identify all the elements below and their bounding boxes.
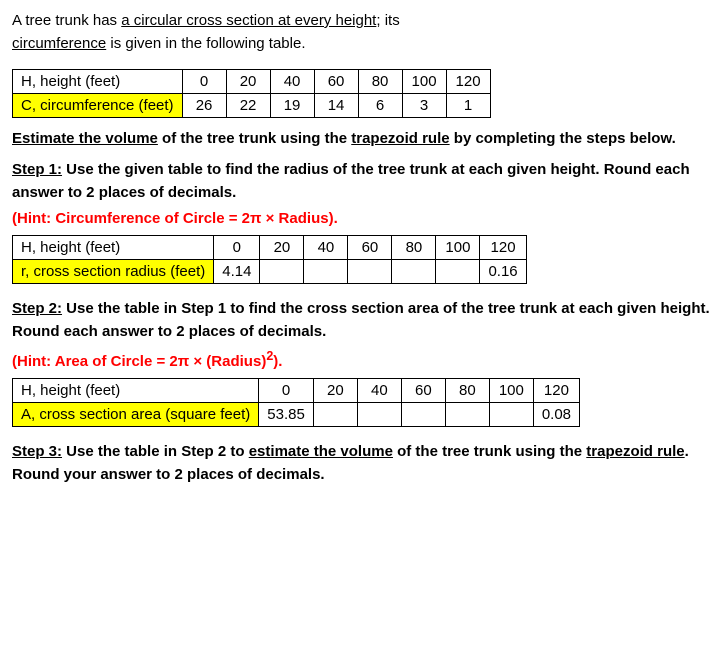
step2-row1-val4 — [445, 403, 489, 427]
step1-row1-val3 — [348, 260, 392, 284]
step2-header-h: H, height (feet) — [13, 379, 259, 403]
intro-link1: a circular cross section at every height — [121, 12, 376, 29]
step3-text-part2: of the tree trunk using the — [393, 443, 586, 460]
intro-text-before-link: A tree trunk has — [12, 12, 121, 29]
table1-header-60: 60 — [314, 70, 358, 94]
step2-row1-val0: 53.85 — [259, 403, 314, 427]
step1-header-80: 80 — [392, 236, 436, 260]
table1-row1-val3: 14 — [314, 94, 358, 118]
intro-text-after-link1: ; its — [376, 12, 399, 29]
step3-label: Step 3: — [12, 443, 62, 460]
step2-heading: Step 2: Use the table in Step 1 to find … — [12, 298, 712, 343]
step1-table: H, height (feet) 0 20 40 60 80 100 120 r… — [12, 235, 527, 284]
table1-row1-val2: 19 — [270, 94, 314, 118]
intro-text-after-link2: is given in the following table. — [106, 35, 305, 52]
step2-row1-val2 — [357, 403, 401, 427]
step2-row1-label: A, cross section area (square feet) — [13, 403, 259, 427]
step1-header-120: 120 — [480, 236, 526, 260]
step2-header-120: 120 — [533, 379, 579, 403]
step1-row1-val0: 4.14 — [214, 260, 260, 284]
step2-header-20: 20 — [313, 379, 357, 403]
table1-row1-val4: 6 — [358, 94, 402, 118]
step2-hint-text: (Hint: Area of Circle = 2π × (Radius)2). — [12, 353, 282, 370]
step3-heading: Step 3: Use the table in Step 2 to estim… — [12, 441, 712, 486]
step3-link2: trapezoid rule — [586, 443, 684, 460]
step1-text: Use the given table to find the radius o… — [12, 161, 690, 201]
intro-paragraph: A tree trunk has a circular cross sectio… — [12, 10, 712, 55]
step3-link1: estimate the volume — [249, 443, 393, 460]
table1-row1-val0: 26 — [182, 94, 226, 118]
step2-label: Step 2: — [12, 300, 62, 317]
step1-header-h: H, height (feet) — [13, 236, 214, 260]
table1-header-0: 0 — [182, 70, 226, 94]
table1-row1-label: C, circumference (feet) — [13, 94, 183, 118]
step2-row1-val3 — [401, 403, 445, 427]
estimate-paragraph: Estimate the volume of the tree trunk us… — [12, 130, 712, 147]
step1-header-60: 60 — [348, 236, 392, 260]
step1-heading: Step 1: Use the given table to find the … — [12, 159, 712, 204]
step2-row1-val6: 0.08 — [533, 403, 579, 427]
step1-header-100: 100 — [436, 236, 480, 260]
step2-header-40: 40 — [357, 379, 401, 403]
table1-row1-val1: 22 — [226, 94, 270, 118]
step1-row1-val4 — [392, 260, 436, 284]
estimate-text-mid: of the tree trunk using the — [158, 130, 351, 147]
step2-table: H, height (feet) 0 20 40 60 80 100 120 A… — [12, 378, 580, 427]
step2-header-0: 0 — [259, 379, 314, 403]
table1-header-120: 120 — [446, 70, 490, 94]
estimate-link2: trapezoid rule — [351, 130, 449, 147]
step1-header-40: 40 — [304, 236, 348, 260]
step1-section: Step 1: Use the given table to find the … — [12, 159, 712, 284]
step1-row1-val1 — [260, 260, 304, 284]
table1-header-80: 80 — [358, 70, 402, 94]
table1-header-20: 20 — [226, 70, 270, 94]
table1-header-h: H, height (feet) — [13, 70, 183, 94]
step1-row1-val6: 0.16 — [480, 260, 526, 284]
step1-header-20: 20 — [260, 236, 304, 260]
table1-header-100: 100 — [402, 70, 446, 94]
step2-text: Use the table in Step 1 to find the cros… — [12, 300, 710, 340]
step2-row1-val5 — [489, 403, 533, 427]
step2-header-60: 60 — [401, 379, 445, 403]
table1-row1-val6: 1 — [446, 94, 490, 118]
step1-row1-val5 — [436, 260, 480, 284]
step2-section: Step 2: Use the table in Step 1 to find … — [12, 298, 712, 427]
step2-header-100: 100 — [489, 379, 533, 403]
step3-text-part1: Use the table in Step 2 to — [62, 443, 249, 460]
step1-row1-val2 — [304, 260, 348, 284]
table1-header-40: 40 — [270, 70, 314, 94]
step1-header-0: 0 — [214, 236, 260, 260]
step2-row1-val1 — [313, 403, 357, 427]
table1-row1-val5: 3 — [402, 94, 446, 118]
circumference-table: H, height (feet) 0 20 40 60 80 100 120 C… — [12, 69, 491, 118]
step3-section: Step 3: Use the table in Step 2 to estim… — [12, 441, 712, 486]
estimate-text-end: by completing the steps below. — [450, 130, 676, 147]
step1-hint: (Hint: Circumference of Circle = 2π × Ra… — [12, 210, 712, 227]
estimate-link1: Estimate the volume — [12, 130, 158, 147]
step2-hint: (Hint: Area of Circle = 2π × (Radius)2). — [12, 349, 712, 370]
intro-link2: circumference — [12, 35, 106, 52]
step2-header-80: 80 — [445, 379, 489, 403]
step1-row1-label: r, cross section radius (feet) — [13, 260, 214, 284]
step1-label: Step 1: — [12, 161, 62, 178]
